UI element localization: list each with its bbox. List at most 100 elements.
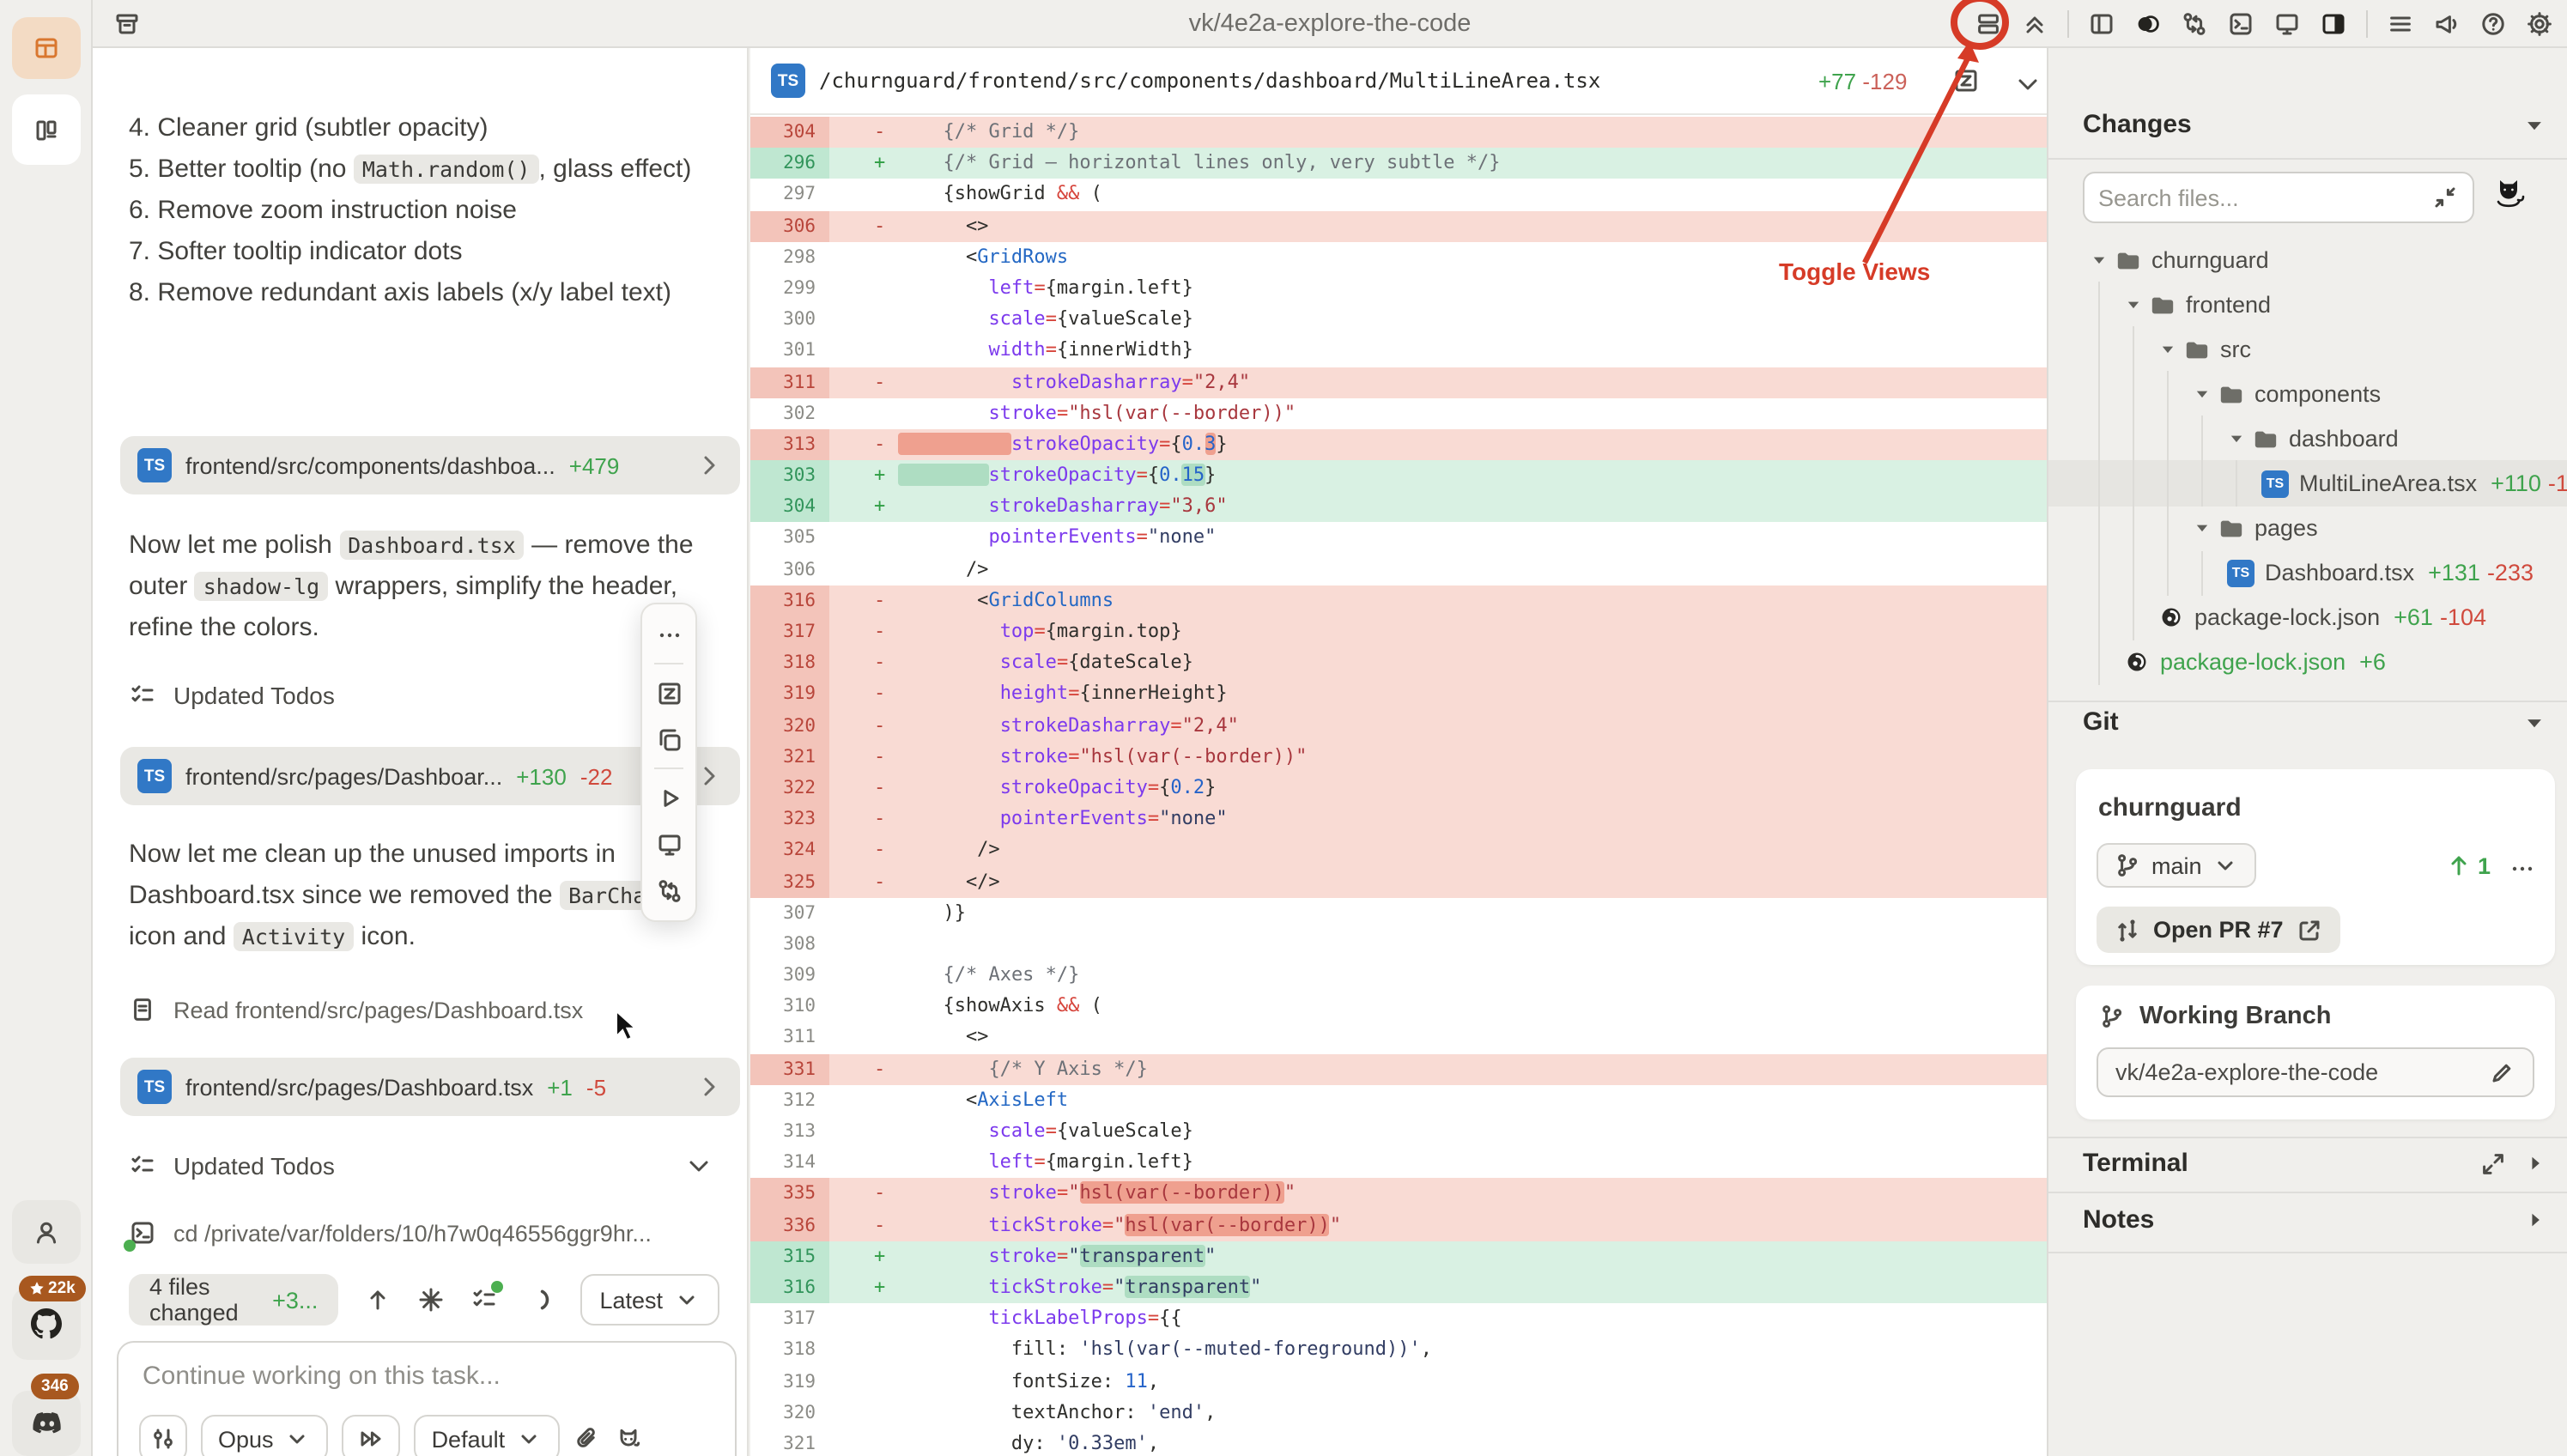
- changes-section-header[interactable]: Changes: [2083, 110, 2546, 139]
- panel-right-icon[interactable]: [2320, 10, 2347, 38]
- diff-row[interactable]: 311 <>: [750, 1022, 2047, 1053]
- diff-row[interactable]: 320 textAnchor: 'end',: [750, 1397, 2047, 1428]
- diff-row[interactable]: 318 scale={dateScale} -: [750, 647, 2047, 678]
- caret-down-icon[interactable]: [2090, 250, 2109, 269]
- files-changed-chip[interactable]: 4 files changed +3...: [129, 1274, 338, 1326]
- ahead-count[interactable]: 1: [2445, 852, 2491, 879]
- diff-row[interactable]: 297 {showGrid && (: [750, 179, 2047, 210]
- copy-menu-item[interactable]: [642, 716, 695, 762]
- diff-row[interactable]: 321 dy: '0.33em',: [750, 1429, 2047, 1456]
- diff-body[interactable]: 304 {/* Grid */} - 296 {/* Grid — horizo…: [750, 117, 2047, 1456]
- fast-forward-button[interactable]: [343, 1415, 401, 1456]
- layout-view-button[interactable]: [12, 17, 81, 79]
- file-change-chip[interactable]: TS frontend/src/pages/Dashboard.tsx +1 -…: [120, 1058, 740, 1116]
- arrow-up-icon[interactable]: [364, 1286, 391, 1313]
- caret-right-icon[interactable]: [2524, 1152, 2546, 1174]
- terminal-section-header[interactable]: Terminal: [2083, 1149, 2546, 1178]
- tree-item-components[interactable]: components: [2048, 372, 2567, 416]
- diff-row[interactable]: 336 tickStroke="hsl(var(--border))" -: [750, 1210, 2047, 1241]
- collapse-tree-icon[interactable]: [2431, 184, 2459, 211]
- diff-row[interactable]: 317 tickLabelProps={{: [750, 1303, 2047, 1334]
- attach-icon[interactable]: [573, 1425, 601, 1453]
- diff-row[interactable]: 301 width={innerWidth}: [750, 336, 2047, 367]
- panel-left-icon[interactable]: [2088, 10, 2115, 38]
- latest-dropdown[interactable]: Latest: [580, 1274, 719, 1326]
- caret-right-icon[interactable]: [2524, 1209, 2546, 1231]
- expand-icon[interactable]: [2479, 1150, 2507, 1177]
- terminal-icon[interactable]: [2227, 10, 2254, 38]
- diff-row[interactable]: 309 {/* Axes */}: [750, 960, 2047, 991]
- tree-item-package-lock-json[interactable]: package-lock.json +6: [2048, 640, 2567, 685]
- open-pr-button[interactable]: Open PR #7: [2097, 907, 2340, 953]
- theme-icon[interactable]: [2134, 10, 2162, 38]
- git-section-header[interactable]: Git: [2083, 707, 2546, 737]
- chevron-down-icon[interactable]: [685, 1152, 713, 1180]
- tree-item-multilinearea-tsx[interactable]: TSMultiLineArea.tsx +110 -162: [2048, 461, 2567, 506]
- diff-row[interactable]: 312 <AxisLeft: [750, 1085, 2047, 1116]
- diff-row[interactable]: 331 {/* Y Axis */} -: [750, 1053, 2047, 1084]
- branch-dropdown[interactable]: main: [2097, 843, 2257, 888]
- updated-todos-row-1[interactable]: Updated Todos: [129, 675, 719, 716]
- diff-row[interactable]: 324 /> -: [750, 835, 2047, 866]
- caret-down-icon[interactable]: [2158, 339, 2177, 358]
- notes-section-header[interactable]: Notes: [2083, 1205, 2546, 1235]
- working-branch-input[interactable]: vk/4e2a-explore-the-code: [2097, 1047, 2534, 1097]
- diff-row[interactable]: 310 {showAxis && (: [750, 992, 2047, 1022]
- settings-icon[interactable]: [2526, 10, 2553, 38]
- tree-item-dashboard[interactable]: dashboard: [2048, 416, 2567, 461]
- diff-row[interactable]: 319 fontSize: 11,: [750, 1366, 2047, 1397]
- caret-down-icon[interactable]: [2193, 385, 2212, 403]
- more-dots-menu-item[interactable]: [642, 611, 695, 658]
- megaphone-icon[interactable]: [2433, 10, 2461, 38]
- diff-row[interactable]: 314 left={margin.left}: [750, 1147, 2047, 1178]
- terminal-command-row[interactable]: cd /private/var/folders/10/h7w0q46556ggr…: [129, 1212, 719, 1253]
- caret-down-icon[interactable]: [2522, 710, 2546, 734]
- diff-row[interactable]: 313 scale={valueScale}: [750, 1116, 2047, 1147]
- diff-row[interactable]: 325 </> -: [750, 866, 2047, 897]
- collapse-diff-icon[interactable]: [2014, 70, 2042, 98]
- diff-row[interactable]: 296 {/* Grid — horizontal lines only, ve…: [750, 148, 2047, 179]
- cat-black-icon[interactable]: [2491, 179, 2526, 208]
- account-button[interactable]: [12, 1200, 81, 1264]
- diff-row[interactable]: 319 height={innerHeight} -: [750, 679, 2047, 710]
- file-search-input[interactable]: Search files...: [2083, 172, 2474, 223]
- diff-row[interactable]: 303 strokeOpacity={0.15} +: [750, 460, 2047, 491]
- todos-status-wrap[interactable]: [470, 1286, 498, 1313]
- caret-down-icon[interactable]: [2124, 294, 2143, 313]
- composer-input[interactable]: Continue working on this task...: [143, 1362, 501, 1391]
- model-dropdown[interactable]: Opus: [201, 1415, 329, 1456]
- mode-dropdown[interactable]: Default: [415, 1415, 561, 1456]
- diff-row[interactable]: 311 strokeDasharray="2,4" -: [750, 367, 2047, 397]
- updated-todos-row-2[interactable]: Updated Todos: [129, 1145, 719, 1186]
- diff-row[interactable]: 300 scale={valueScale}: [750, 304, 2047, 335]
- file-change-chip[interactable]: TS frontend/src/components/dashboa... +4…: [120, 436, 740, 494]
- play-menu-item[interactable]: [642, 774, 695, 821]
- diff-row[interactable]: 322 strokeOpacity={0.2} -: [750, 773, 2047, 804]
- caret-down-icon[interactable]: [2522, 112, 2546, 136]
- tree-item-churnguard[interactable]: churnguard: [2048, 237, 2567, 282]
- diff-row[interactable]: 304 strokeDasharray="3,6" +: [750, 492, 2047, 523]
- tree-item-frontend[interactable]: frontend: [2048, 282, 2567, 326]
- diff-row[interactable]: 320 strokeDasharray="2,4" -: [750, 710, 2047, 741]
- tree-item-src[interactable]: src: [2048, 326, 2567, 371]
- settings-sliders-button[interactable]: [139, 1415, 187, 1456]
- tree-item-pages[interactable]: pages: [2048, 506, 2567, 550]
- z-square-menu-item[interactable]: [642, 670, 695, 716]
- chevrons-up-icon[interactable]: [2021, 10, 2048, 38]
- editor-z-icon[interactable]: [1952, 67, 1980, 94]
- cat-icon[interactable]: [615, 1425, 642, 1453]
- diff-row[interactable]: 316 <GridColumns -: [750, 585, 2047, 616]
- diff-row[interactable]: 308: [750, 929, 2047, 960]
- diff-row[interactable]: 305 pointerEvents="none": [750, 523, 2047, 554]
- display-icon[interactable]: [2273, 10, 2301, 38]
- kanban-view-button[interactable]: [12, 94, 81, 165]
- diff-row[interactable]: 306 />: [750, 554, 2047, 585]
- tree-item-dashboard-tsx[interactable]: TSDashboard.tsx +131 -233: [2048, 550, 2567, 595]
- pencil-icon[interactable]: [2488, 1059, 2515, 1086]
- caret-down-icon[interactable]: [2193, 519, 2212, 537]
- diff-row[interactable]: 304 {/* Grid */} -: [750, 117, 2047, 148]
- diff-row[interactable]: 335 stroke="hsl(var(--border))" -: [750, 1179, 2047, 1210]
- menu-icon[interactable]: [2387, 10, 2414, 38]
- diff-row[interactable]: 321 stroke="hsl(var(--border))" -: [750, 742, 2047, 773]
- help-icon[interactable]: [2479, 10, 2507, 38]
